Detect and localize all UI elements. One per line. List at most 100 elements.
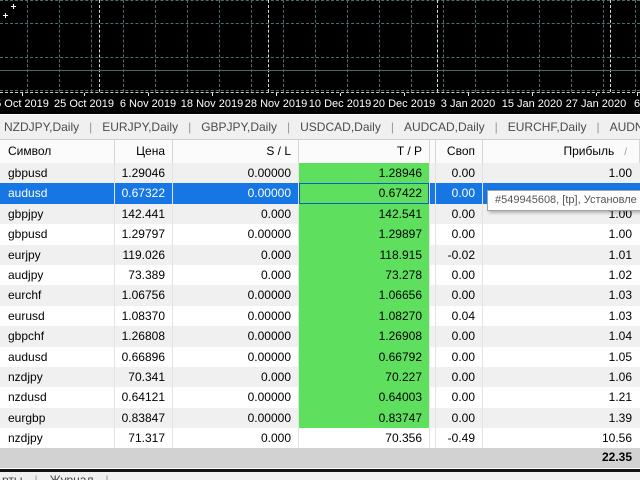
terminal-tab-bar: рты | Журнал | (0, 472, 640, 480)
chart-tab-bar: NZDJPY,Daily | EURJPY,Daily | GBPJPY,Daily | U… (0, 115, 640, 139)
table-row[interactable]: gbpusd 1.29797 0.00000 1.29897 0.00 1.00 (0, 224, 640, 245)
cell-price: 0.66896 (115, 346, 173, 367)
cell-symbol: gbpusd (0, 163, 115, 184)
terminal-tab[interactable]: Журнал (38, 473, 106, 480)
table-row[interactable]: eurchf 1.06756 0.00000 1.06656 0.00 1.03 (0, 285, 640, 306)
column-header-swap[interactable]: Своп (436, 140, 483, 163)
axis-date-label: 6 (633, 98, 640, 110)
chart-tab[interactable]: GBPJPY,Daily (191, 120, 287, 134)
column-header-symbol[interactable]: Символ (0, 140, 115, 163)
cell-price: 1.08370 (115, 305, 173, 327)
v-gridline (603, 0, 604, 92)
cell-profit: 1.05 (608, 349, 632, 364)
axis-date-label: 3 Jan 2020 (440, 98, 496, 110)
cell-price: 71.317 (115, 428, 173, 449)
v-gridline (315, 0, 316, 92)
cell-symbol: nzdjpy (0, 428, 115, 449)
v-gridline (155, 0, 156, 92)
cell-sl: 0.00000 (173, 346, 299, 367)
cell-swap: 0.00 (436, 407, 483, 429)
table-row[interactable]: nzdusd 0.64121 0.00000 0.64003 0.00 1.21 (0, 387, 640, 408)
axis-tick (468, 93, 469, 96)
v-gridline (347, 0, 348, 92)
axis-tick (404, 93, 405, 96)
cell-swap: 0.00 (436, 285, 483, 306)
cell-swap: 0.00 (436, 163, 483, 184)
cell-symbol: eurchf (0, 285, 115, 306)
cell-price: 0.64121 (115, 387, 173, 408)
chart-tab[interactable]: AUDNZD,Daily (600, 120, 640, 134)
axis-tick (22, 93, 23, 96)
cell-tp: 1.29897 (299, 224, 430, 245)
cell-swap: -0.49 (436, 428, 483, 449)
cell-sl: 0.00000 (173, 326, 299, 347)
cell-profit: 1.03 (608, 288, 632, 303)
table-row[interactable]: eurusd 1.08370 0.00000 1.08270 0.04 1.03 (0, 305, 640, 327)
v-gridline (635, 0, 636, 92)
axis-tick (637, 93, 638, 96)
column-header-price[interactable]: Цена (115, 140, 173, 163)
terminal-tab[interactable]: рты (2, 473, 35, 480)
cell-symbol: gbpchf (0, 326, 115, 347)
cell-profit: 1.00 (608, 227, 632, 242)
axis-date-label: 5 Oct 2019 (0, 98, 49, 110)
chart-tab[interactable]: USDCAD,Daily (290, 120, 391, 134)
axis-date-label: 28 Nov 2019 (244, 98, 308, 110)
cell-symbol: nzdjpy (0, 366, 115, 388)
month-separator (437, 0, 438, 92)
cell-symbol: nzdusd (0, 387, 115, 408)
h-gridline (0, 57, 640, 58)
column-header-sl[interactable]: S / L (173, 140, 299, 163)
table-row[interactable]: eurjpy 119.026 0.000 118.915 -0.02 1.01 (0, 244, 640, 265)
cell-sl: 0.000 (173, 203, 299, 225)
cell-tp: 73.278 (299, 264, 430, 286)
cell-sl: 0.00000 (173, 407, 299, 429)
axis-date-label: 27 Jan 2020 (565, 98, 627, 110)
axis-tick (276, 93, 277, 96)
cell-tp: 0.67422 (299, 183, 430, 204)
v-gridline (507, 0, 508, 92)
table-row[interactable]: nzdjpy 70.341 0.000 70.227 0.00 1.06 (0, 366, 640, 388)
table-row[interactable]: audjpy 73.389 0.000 73.278 0.00 1.02 (0, 264, 640, 286)
total-profit-value: 22.35 (601, 450, 632, 465)
v-gridline (411, 0, 412, 92)
v-gridline (539, 0, 540, 92)
table-header: Символ Цена S / L T / P Своп Прибыль / (0, 139, 640, 163)
column-header-profit[interactable]: Прибыль / (483, 140, 640, 163)
column-header-tp[interactable]: T / P (299, 140, 430, 163)
table-row[interactable]: gbpchf 1.26808 0.00000 1.26908 0.00 1.04 (0, 326, 640, 347)
cell-profit: 1.21 (608, 390, 632, 405)
chart-tab[interactable]: NZDJPY,Daily (0, 120, 89, 134)
cell-tp: 118.915 (299, 244, 430, 265)
total-row: 22.35 (0, 448, 640, 469)
table-row[interactable]: nzdjpy 71.317 0.000 70.356 -0.49 10.56 (0, 428, 640, 449)
chart-plot-area[interactable] (0, 0, 640, 92)
cell-swap: 0.00 (436, 203, 483, 225)
cell-swap: 0.00 (436, 264, 483, 286)
cell-tp: 70.356 (299, 428, 430, 449)
axis-tick (84, 93, 85, 96)
h-gridline (0, 23, 640, 24)
axis-date-label: 25 Oct 2019 (54, 98, 114, 110)
chart-tab[interactable]: EURJPY,Daily (92, 120, 188, 134)
cell-profit: 1.01 (608, 247, 632, 262)
table-row[interactable]: gbpusd 1.29046 0.00000 1.28946 0.00 1.00 (0, 163, 640, 184)
cell-sl: 0.00000 (173, 387, 299, 408)
table-row[interactable]: audusd 0.66896 0.00000 0.66792 0.00 1.05 (0, 346, 640, 367)
time-axis[interactable]: 5 Oct 2019 25 Oct 2019 6 Nov 2019 18 Nov 20… (0, 92, 640, 114)
table-row[interactable]: eurgbp 0.83847 0.00000 0.83747 0.00 1.39 (0, 407, 640, 429)
chart-tab[interactable]: EURCHF,Daily (498, 120, 597, 134)
cell-price: 0.83847 (115, 407, 173, 429)
cell-price: 142.441 (115, 203, 173, 225)
v-gridline (59, 0, 60, 92)
cell-sl: 0.000 (173, 244, 299, 265)
v-gridline (379, 0, 380, 92)
cell-price: 1.29797 (115, 224, 173, 245)
trade-table: Символ Цена S / L T / P Своп Прибыль / gb… (0, 139, 640, 469)
cell-swap: -0.02 (436, 244, 483, 265)
chart-tab[interactable]: AUDCAD,Daily (394, 120, 495, 134)
cell-profit: 1.02 (608, 267, 632, 282)
cell-profit: 1.00 (608, 166, 632, 180)
cell-sl: 0.00000 (173, 305, 299, 327)
crosshair-marker-icon (11, 4, 16, 9)
